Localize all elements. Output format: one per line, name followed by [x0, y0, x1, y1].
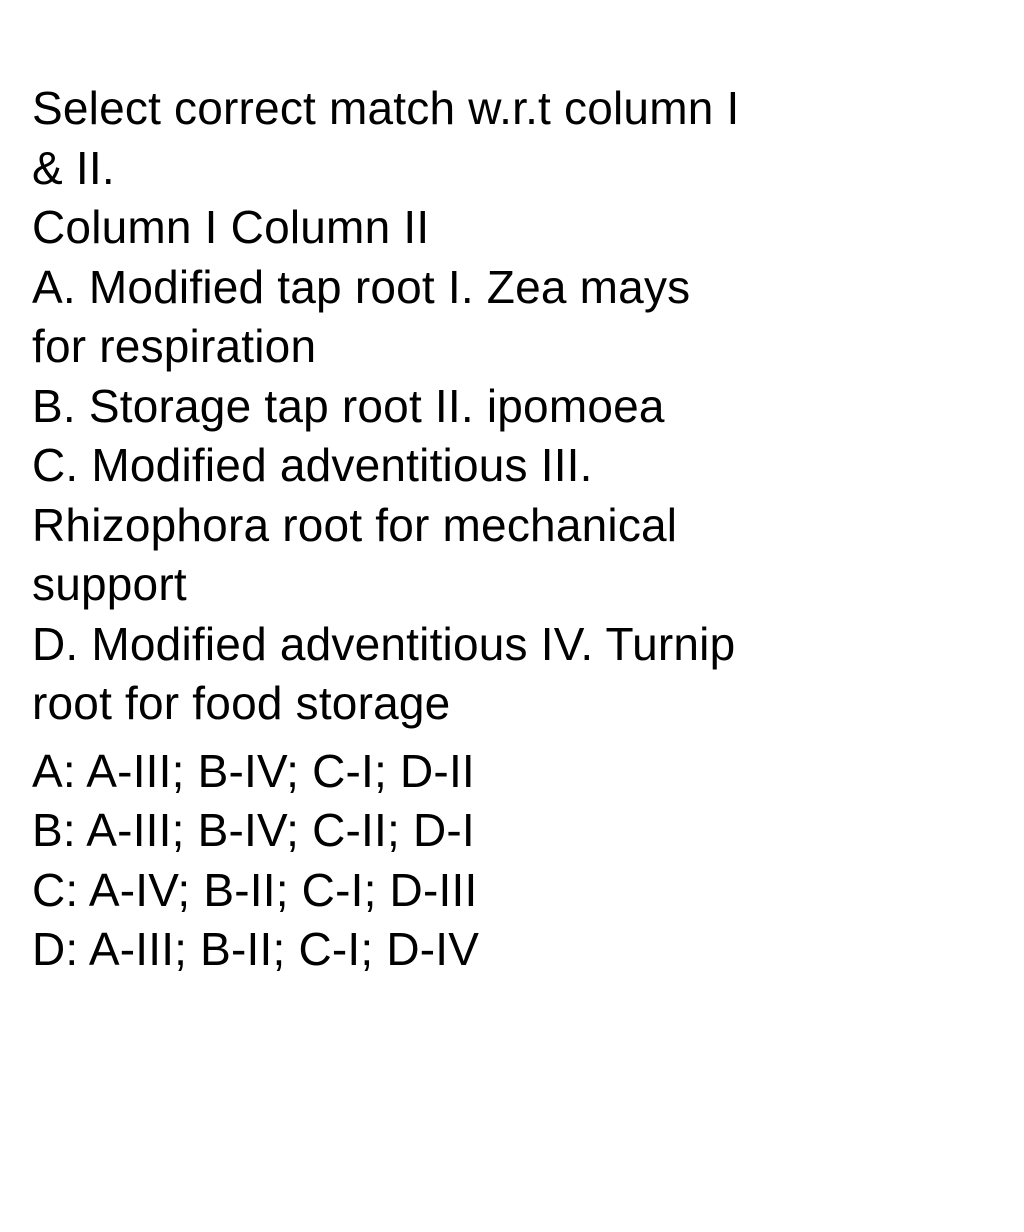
match-item-d-line2: root for food storage [32, 675, 992, 733]
question-container: Select correct match w.r.t column I & II… [32, 80, 992, 979]
match-item-c-line1: C. Modified adventitious III. [32, 437, 992, 495]
option-c[interactable]: C: A-IV; B-II; C-I; D-III [32, 862, 992, 920]
question-prompt-line1: Select correct match w.r.t column I [32, 80, 992, 138]
option-d[interactable]: D: A-III; B-II; C-I; D-IV [32, 921, 992, 979]
match-item-c-line3: support [32, 556, 992, 614]
match-item-c-line2: Rhizophora root for mechanical [32, 497, 992, 555]
answer-options: A: A-III; B-IV; C-I; D-II B: A-III; B-IV… [32, 743, 992, 979]
match-item-b: B. Storage tap root II. ipomoea [32, 378, 992, 436]
option-a[interactable]: A: A-III; B-IV; C-I; D-II [32, 743, 992, 801]
match-item-d-line1: D. Modified adventitious IV. Turnip [32, 616, 992, 674]
column-header: Column I Column II [32, 199, 992, 257]
match-item-a-line2: for respiration [32, 318, 992, 376]
question-prompt-line2: & II. [32, 140, 992, 198]
option-b[interactable]: B: A-III; B-IV; C-II; D-I [32, 802, 992, 860]
match-item-a-line1: A. Modified tap root I. Zea mays [32, 259, 992, 317]
